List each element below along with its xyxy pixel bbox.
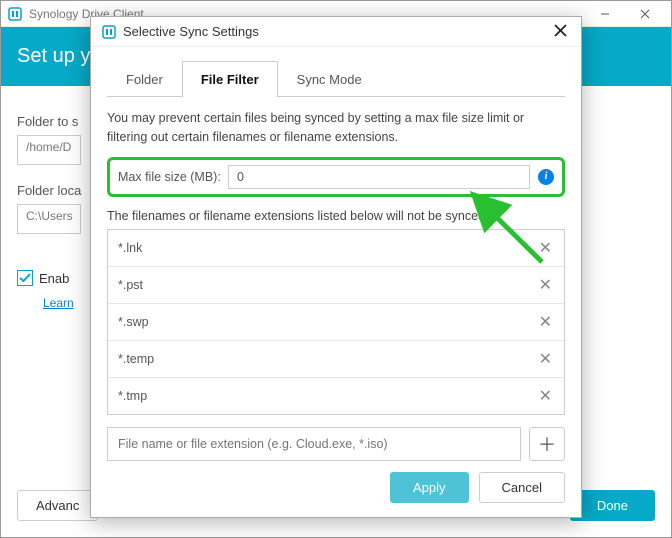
extension-list: *.lnk✕ *.pst✕ *.swp✕ *.temp✕ *.tmp✕ [107, 229, 565, 415]
remove-icon[interactable]: ✕ [537, 275, 554, 295]
close-button[interactable] [625, 1, 665, 27]
add-extension-button[interactable]: ＋ [529, 427, 565, 461]
tab-bar: Folder File Filter Sync Mode [91, 47, 581, 97]
max-size-label: Max file size (MB): [118, 170, 228, 184]
remove-icon[interactable]: ✕ [537, 349, 554, 369]
filter-description: You may prevent certain files being sync… [107, 109, 565, 147]
list-item: *.tmp✕ [108, 378, 564, 414]
plus-icon: ＋ [538, 431, 556, 457]
add-extension-input[interactable] [107, 427, 521, 461]
minimize-button[interactable] [585, 1, 625, 27]
extension-list-label: The filenames or filename extensions lis… [107, 209, 565, 223]
dialog-titlebar: Selective Sync Settings [91, 17, 581, 47]
advanced-button[interactable]: Advanc [17, 490, 98, 521]
learn-more-link[interactable]: Learn [43, 296, 74, 310]
done-button[interactable]: Done [570, 490, 655, 521]
info-icon[interactable]: i [538, 169, 554, 185]
dialog-title: Selective Sync Settings [123, 24, 259, 39]
add-extension-row: ＋ [107, 427, 565, 461]
tab-sync-mode[interactable]: Sync Mode [278, 61, 381, 97]
remove-icon[interactable]: ✕ [537, 238, 554, 258]
app-icon [7, 6, 23, 22]
app-icon [101, 24, 117, 40]
list-item: *.lnk✕ [108, 230, 564, 267]
list-item: *.temp✕ [108, 341, 564, 378]
dialog-body: You may prevent certain files being sync… [91, 97, 581, 461]
dialog-footer: Apply Cancel [390, 472, 565, 503]
checkbox-checked-icon [17, 270, 33, 286]
enable-checkbox-label: Enab [39, 271, 69, 286]
folder-to-sync-input[interactable]: /home/D [17, 135, 81, 165]
apply-button[interactable]: Apply [390, 472, 469, 503]
cancel-button[interactable]: Cancel [479, 472, 565, 503]
tab-folder[interactable]: Folder [107, 61, 182, 97]
list-item: *.swp✕ [108, 304, 564, 341]
remove-icon[interactable]: ✕ [537, 312, 554, 332]
folder-location-input[interactable]: C:\Users [17, 204, 81, 234]
selective-sync-dialog: Selective Sync Settings Folder File Filt… [90, 16, 582, 518]
list-item: *.pst✕ [108, 267, 564, 304]
remove-icon[interactable]: ✕ [537, 386, 554, 406]
dialog-close-button[interactable] [550, 21, 571, 42]
max-size-highlight: Max file size (MB): i [107, 157, 565, 197]
tab-file-filter[interactable]: File Filter [182, 61, 278, 97]
max-size-input[interactable] [228, 165, 530, 189]
